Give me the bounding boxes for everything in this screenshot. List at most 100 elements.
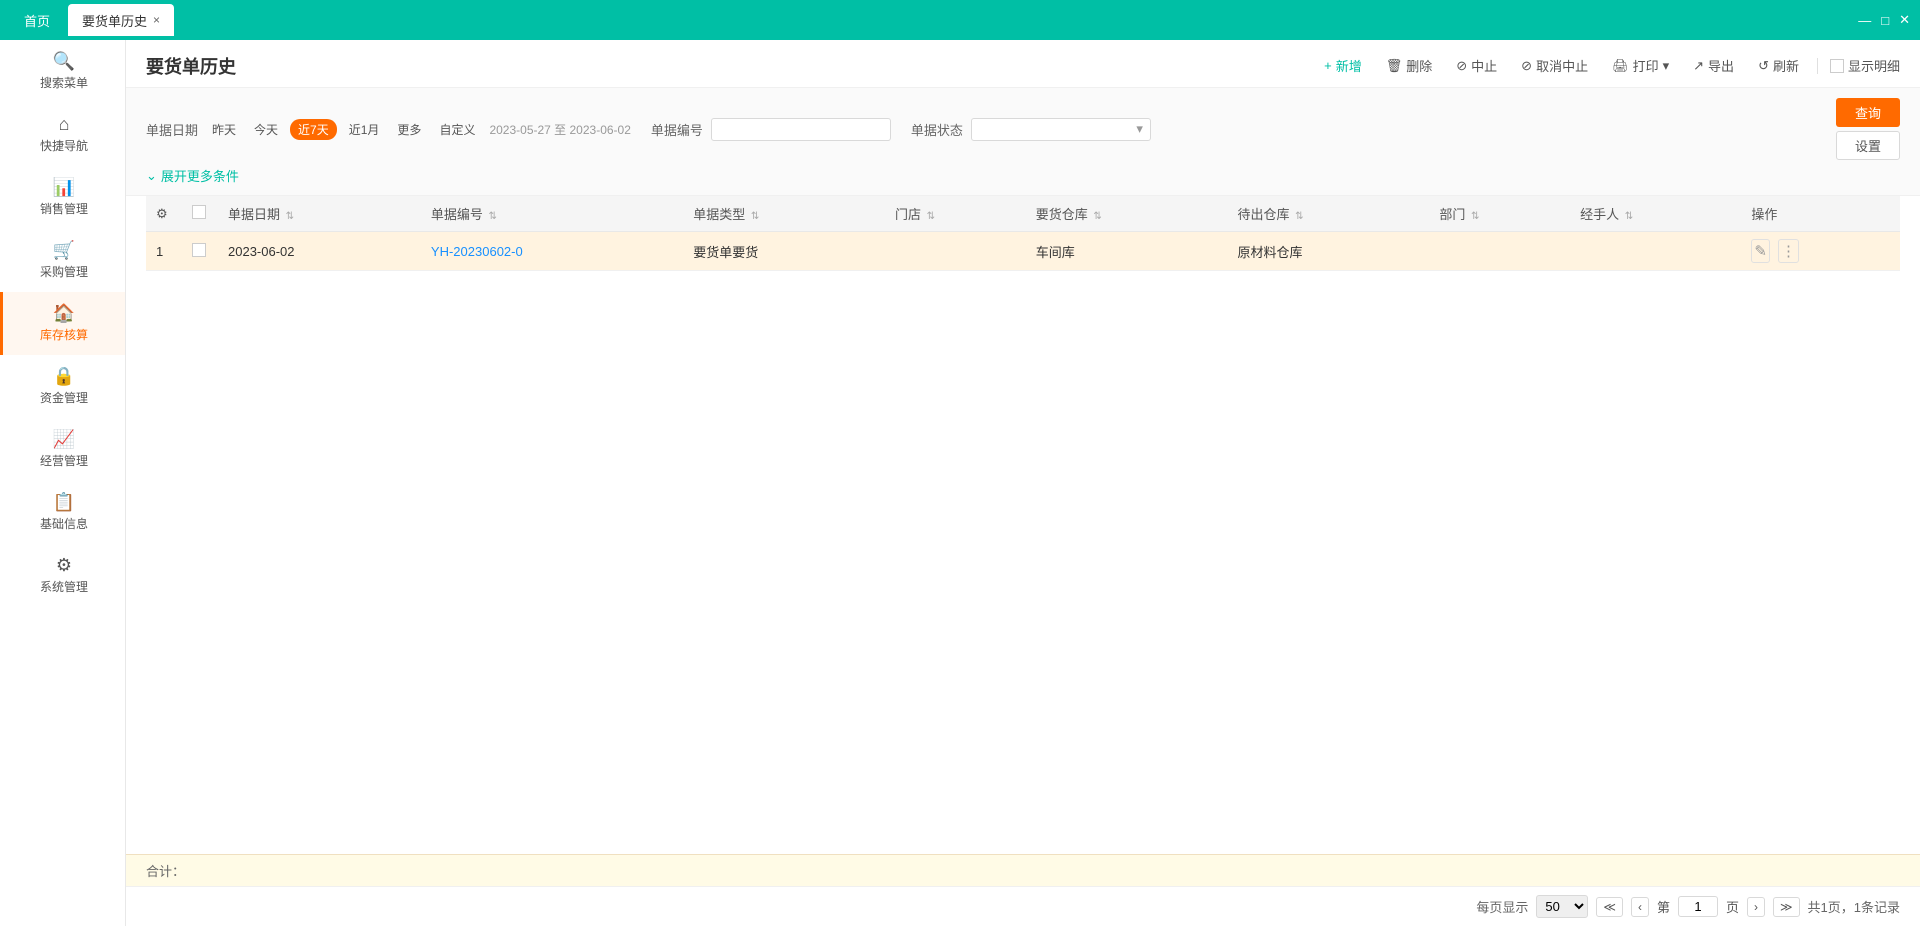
sys-icon: ⚙ bbox=[56, 556, 72, 574]
status-filter-select[interactable] bbox=[971, 118, 1151, 141]
sidebar-item-quick-nav[interactable]: ⌂ 快捷导航 bbox=[0, 103, 125, 166]
cell-handler bbox=[1570, 232, 1741, 271]
date-option-yesterday[interactable]: 昨天 bbox=[206, 119, 242, 140]
sidebar-item-sys[interactable]: ⚙ 系统管理 bbox=[0, 544, 125, 607]
cancel-stop-button[interactable]: ⊘ 取消中止 bbox=[1515, 52, 1594, 79]
window-close[interactable]: ✕ bbox=[1899, 12, 1910, 28]
page-size-label: 每页显示 bbox=[1476, 897, 1528, 916]
sidebar: 🔍 搜索菜单 ⌂ 快捷导航 📊 销售管理 🛒 采购管理 🏠 库存核算 🔒 资金管… bbox=[0, 40, 126, 926]
top-nav: 首页 要货单历史 × — □ ✕ bbox=[0, 0, 1920, 40]
refresh-button[interactable]: ↺ 刷新 bbox=[1752, 52, 1805, 79]
cell-doc-number: YH-20230602-0 bbox=[421, 232, 683, 271]
toolbar-divider bbox=[1817, 58, 1818, 74]
page-total-info: 共1页，1条记录 bbox=[1808, 897, 1900, 916]
tab-requisition-label: 要货单历史 bbox=[82, 11, 147, 30]
th-store[interactable]: 门店 ⇅ bbox=[885, 196, 1026, 232]
cancel-stop-icon: ⊘ bbox=[1521, 58, 1532, 74]
date-option-more[interactable]: 更多 bbox=[391, 119, 427, 140]
expand-more-button[interactable]: ⌄ 展开更多条件 bbox=[146, 166, 1900, 185]
page-first-button[interactable]: ≪ bbox=[1596, 897, 1623, 917]
sidebar-item-ops[interactable]: 📈 经营管理 bbox=[0, 418, 125, 481]
display-detail-toggle[interactable]: 显示明细 bbox=[1830, 56, 1900, 75]
sort-icon-pending-wh: ⇅ bbox=[1295, 211, 1303, 222]
tab-requisition-history[interactable]: 要货单历史 × bbox=[68, 4, 174, 36]
window-maximize[interactable]: □ bbox=[1881, 13, 1889, 28]
table-header-row: ⚙ 单据日期 ⇅ 单据编号 ⇅ 单据类型 ⇅ 门店 ⇅ 要货仓库 ⇅ 待出仓库 … bbox=[146, 196, 1900, 232]
sidebar-item-purchase[interactable]: 🛒 采购管理 bbox=[0, 229, 125, 292]
docnum-filter-input[interactable] bbox=[711, 118, 891, 141]
date-option-last7days[interactable]: 近7天 bbox=[290, 119, 337, 140]
filter-status-group: 单据状态 ▾ bbox=[911, 118, 1151, 141]
export-label: 导出 bbox=[1708, 56, 1734, 75]
search-menu-icon: 🔍 bbox=[53, 52, 75, 70]
filter-row: 单据日期 昨天 今天 近7天 近1月 更多 自定义 2023-05-27 至 2… bbox=[146, 98, 1900, 160]
op-edit-icon[interactable]: ✎ bbox=[1751, 239, 1770, 263]
sort-icon-type: ⇅ bbox=[751, 211, 759, 222]
sidebar-item-search-menu[interactable]: 🔍 搜索菜单 bbox=[0, 40, 125, 103]
sales-icon: 📊 bbox=[53, 178, 75, 196]
toolbar: + 新增 🗑 删除 ⊘ 中止 ⊘ 取消中止 🖨 打印 bbox=[1318, 52, 1900, 79]
main-layout: 🔍 搜索菜单 ⌂ 快捷导航 📊 销售管理 🛒 采购管理 🏠 库存核算 🔒 资金管… bbox=[0, 40, 1920, 926]
finance-icon: 🔒 bbox=[53, 367, 75, 385]
print-dropdown-icon: ▾ bbox=[1663, 58, 1670, 74]
basic-info-icon: 📋 bbox=[53, 493, 75, 511]
th-doc-type[interactable]: 单据类型 ⇅ bbox=[683, 196, 885, 232]
th-doc-date[interactable]: 单据日期 ⇅ bbox=[218, 196, 421, 232]
sidebar-item-finance-label: 资金管理 bbox=[40, 389, 88, 406]
th-handler[interactable]: 经手人 ⇅ bbox=[1570, 196, 1741, 232]
window-minimize[interactable]: — bbox=[1858, 13, 1871, 28]
date-filter-label: 单据日期 bbox=[146, 120, 198, 139]
print-button[interactable]: 🖨 打印 ▾ bbox=[1606, 52, 1675, 79]
cell-req-warehouse: 车间库 bbox=[1026, 232, 1228, 271]
date-options: 昨天 今天 近7天 近1月 更多 自定义 bbox=[206, 119, 481, 140]
cell-store bbox=[885, 232, 1026, 271]
th-doc-number[interactable]: 单据编号 ⇅ bbox=[421, 196, 683, 232]
tab-close-icon[interactable]: × bbox=[153, 13, 160, 27]
page-last-button[interactable]: ≫ bbox=[1773, 897, 1800, 917]
page-next-button[interactable]: › bbox=[1747, 897, 1765, 917]
doc-number-link[interactable]: YH-20230602-0 bbox=[431, 244, 523, 259]
window-controls: — □ ✕ bbox=[1858, 12, 1910, 28]
page-prev-button[interactable]: ‹ bbox=[1631, 897, 1649, 917]
sidebar-item-basic-info[interactable]: 📋 基础信息 bbox=[0, 481, 125, 544]
th-settings[interactable]: ⚙ bbox=[146, 196, 182, 232]
delete-button[interactable]: 🗑 删除 bbox=[1380, 52, 1439, 79]
th-checkbox-input[interactable] bbox=[192, 205, 206, 219]
sort-icon-number: ⇅ bbox=[489, 211, 497, 222]
page-number-input[interactable] bbox=[1678, 896, 1718, 917]
inventory-icon: 🏠 bbox=[53, 304, 75, 322]
date-option-today[interactable]: 今天 bbox=[248, 119, 284, 140]
th-req-warehouse[interactable]: 要货仓库 ⇅ bbox=[1026, 196, 1228, 232]
sidebar-item-sales[interactable]: 📊 销售管理 bbox=[0, 166, 125, 229]
date-option-custom[interactable]: 自定义 bbox=[433, 119, 481, 140]
content-area: 要货单历史 + 新增 🗑 删除 ⊘ 中止 ⊘ 取消中止 bbox=[126, 40, 1920, 926]
docnum-filter-label: 单据编号 bbox=[651, 120, 703, 139]
page-title: 要货单历史 bbox=[146, 53, 236, 79]
page-size-select[interactable]: 20 50 100 200 bbox=[1536, 895, 1588, 918]
add-button[interactable]: + 新增 bbox=[1318, 52, 1368, 79]
stop-label: 中止 bbox=[1471, 56, 1497, 75]
tab-home[interactable]: 首页 bbox=[10, 4, 64, 36]
filter-date-group: 单据日期 昨天 今天 近7天 近1月 更多 自定义 2023-05-27 至 2… bbox=[146, 119, 631, 140]
date-option-last1month[interactable]: 近1月 bbox=[343, 119, 386, 140]
sidebar-item-purchase-label: 采购管理 bbox=[40, 263, 88, 280]
th-pending-warehouse[interactable]: 待出仓库 ⇅ bbox=[1228, 196, 1430, 232]
export-button[interactable]: ↗ 导出 bbox=[1687, 52, 1740, 79]
expand-more-icon: ⌄ bbox=[146, 168, 157, 184]
query-button[interactable]: 查询 bbox=[1836, 98, 1900, 127]
op-copy-icon[interactable]: ⋮ bbox=[1778, 239, 1799, 263]
sidebar-item-inventory[interactable]: 🏠 库存核算 bbox=[0, 292, 125, 355]
sidebar-item-finance[interactable]: 🔒 资金管理 bbox=[0, 355, 125, 418]
display-detail-checkbox[interactable] bbox=[1830, 59, 1844, 73]
th-department[interactable]: 部门 ⇅ bbox=[1429, 196, 1570, 232]
row-checkbox-0[interactable] bbox=[192, 243, 206, 257]
pagination-bar: 每页显示 20 50 100 200 ≪ ‹ 第 页 › ≫ 共1页，1条记录 bbox=[126, 886, 1920, 926]
stop-button[interactable]: ⊘ 中止 bbox=[1450, 52, 1503, 79]
sidebar-item-sales-label: 销售管理 bbox=[40, 200, 88, 217]
cell-pending-warehouse: 原材料仓库 bbox=[1228, 232, 1430, 271]
settings-button[interactable]: 设置 bbox=[1836, 131, 1900, 160]
refresh-icon: ↺ bbox=[1758, 58, 1769, 74]
cell-doc-date: 2023-06-02 bbox=[218, 232, 421, 271]
status-select-wrap: ▾ bbox=[971, 118, 1151, 141]
sort-icon-date: ⇅ bbox=[286, 211, 294, 222]
